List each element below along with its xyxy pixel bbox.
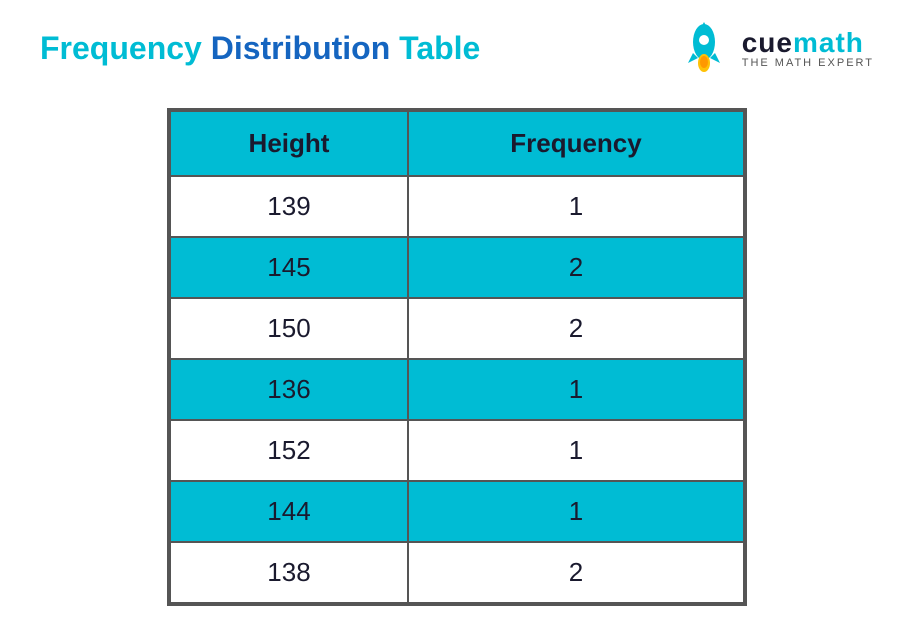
- table-row: 1452: [170, 237, 744, 298]
- cell-frequency: 2: [408, 298, 744, 359]
- col-height-header: Height: [170, 111, 408, 176]
- title-table: Table: [390, 30, 480, 66]
- table-row: 1441: [170, 481, 744, 542]
- brand-cue: cue: [742, 27, 793, 58]
- table-row: 1502: [170, 298, 744, 359]
- rocket-icon: [674, 18, 734, 78]
- logo-area: cuemath THE MATH EXPERT: [674, 18, 874, 78]
- page-header: Frequency Distribution Table cuemath THE…: [0, 0, 914, 88]
- brand-math: math: [793, 27, 864, 58]
- cell-frequency: 2: [408, 237, 744, 298]
- cell-height: 136: [170, 359, 408, 420]
- cell-frequency: 1: [408, 420, 744, 481]
- cell-height: 152: [170, 420, 408, 481]
- cell-frequency: 1: [408, 176, 744, 237]
- table-row: 1361: [170, 359, 744, 420]
- title-distribution: Distribution: [211, 30, 391, 66]
- cell-frequency: 1: [408, 359, 744, 420]
- cell-height: 139: [170, 176, 408, 237]
- cell-frequency: 2: [408, 542, 744, 603]
- table-row: 1521: [170, 420, 744, 481]
- cell-height: 145: [170, 237, 408, 298]
- cell-height: 150: [170, 298, 408, 359]
- table-row: 1391: [170, 176, 744, 237]
- col-frequency-header: Frequency: [408, 111, 744, 176]
- cell-height: 144: [170, 481, 408, 542]
- cell-height: 138: [170, 542, 408, 603]
- cuemath-brand: cuemath: [742, 27, 864, 59]
- table-row: 1382: [170, 542, 744, 603]
- table-header-row: Height Frequency: [170, 111, 744, 176]
- cell-frequency: 1: [408, 481, 744, 542]
- frequency-table-container: Height Frequency 13911452150213611521144…: [167, 108, 747, 606]
- title-frequency: Frequency: [40, 30, 211, 66]
- page-title: Frequency Distribution Table: [40, 30, 480, 67]
- brand-tagline: THE MATH EXPERT: [742, 57, 874, 69]
- frequency-table: Height Frequency 13911452150213611521144…: [169, 110, 745, 604]
- cuemath-brand-text: cuemath THE MATH EXPERT: [742, 27, 874, 69]
